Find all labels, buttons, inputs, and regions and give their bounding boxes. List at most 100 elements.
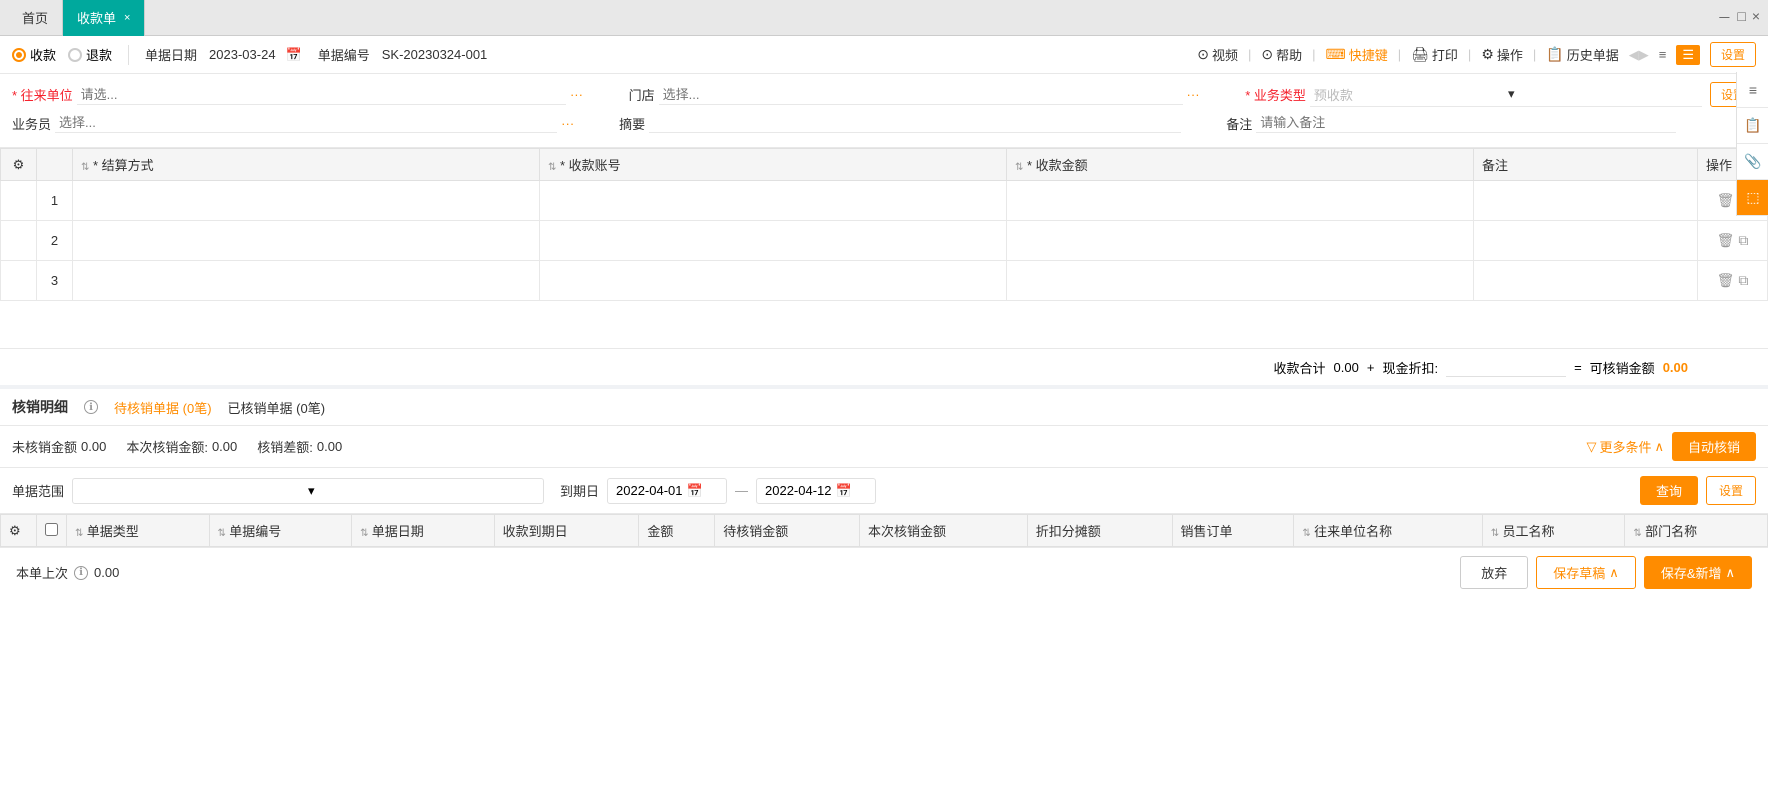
reconcile-header: 核销明细 ℹ 待核销单据 (0笔) 已核销单据 (0笔): [0, 389, 1768, 426]
tab-pending[interactable]: 待核销单据 (0笔): [114, 398, 212, 417]
form-row-2: 业务员 ··· 摘要 备注: [12, 113, 1756, 133]
business-type-chevron: ▾: [1508, 86, 1698, 102]
sidebar-icon-2[interactable]: 📋: [1737, 108, 1768, 144]
due-date-field: 到期日 2022-04-01 📅 — 2022-04-12 📅: [560, 478, 1624, 504]
help-icon: ⊙: [1261, 46, 1273, 63]
remark-input[interactable]: [1256, 113, 1676, 133]
save-new-btn[interactable]: 保存&新增 ∧: [1644, 556, 1752, 589]
shortcut-icon: ⌨: [1326, 46, 1346, 63]
auto-reconcile-btn[interactable]: 自动核销: [1672, 432, 1756, 461]
tab-receipt[interactable]: 收款单 ×: [63, 0, 145, 36]
date-to-input[interactable]: 2022-04-12 📅: [756, 478, 876, 504]
shortcut-btn[interactable]: ⌨ 快捷键: [1326, 45, 1388, 64]
col-remark: 备注: [1474, 149, 1698, 181]
minimize-btn[interactable]: －: [1717, 8, 1731, 28]
filter-icon: ▽: [1586, 439, 1596, 455]
rcol-amount: 金额: [639, 515, 715, 547]
help-btn[interactable]: ⊙ 帮助: [1261, 45, 1302, 64]
date-field: 单据日期 2023-03-24 📅: [145, 45, 302, 64]
main-toolbar: 收款 退款 单据日期 2023-03-24 📅 单据编号 SK-20230324…: [0, 36, 1768, 74]
maximize-btn[interactable]: □: [1737, 8, 1745, 28]
calendar-icon-from: 📅: [687, 483, 703, 499]
radio-group: 收款 退款: [12, 45, 112, 64]
bottom-info: 本单上次 ℹ 0.00: [16, 563, 119, 582]
date-icon[interactable]: 📅: [286, 47, 302, 63]
partner-more-btn[interactable]: ···: [570, 87, 583, 102]
bottom-bar: 本单上次 ℹ 0.00 放弃 保存草稿 ∧ 保存&新增 ∧: [0, 547, 1768, 597]
reconcile-stats: 未核销金额 0.00 本次核销金额: 0.00 核销差额: 0.00 ▽ 更多条…: [0, 426, 1768, 468]
video-icon: ⊙: [1197, 46, 1209, 63]
close-btn[interactable]: ×: [1752, 8, 1760, 28]
summary-input[interactable]: [649, 113, 1181, 133]
discount-input[interactable]: [1446, 357, 1566, 377]
layout-icon[interactable]: ≡: [1659, 47, 1667, 62]
rcol-gear[interactable]: ⚙: [1, 515, 37, 547]
rcol-sales-order: 销售订单: [1172, 515, 1294, 547]
history-btn[interactable]: 📋 历史单据: [1546, 45, 1618, 64]
row-delete-icon-1[interactable]: 🗑: [1717, 192, 1735, 209]
store-field: 门店 ···: [629, 85, 1200, 105]
partner-input[interactable]: [77, 85, 566, 105]
rcol-check[interactable]: [37, 515, 67, 547]
more-conditions-btn[interactable]: ▽ 更多条件 ∧: [1586, 437, 1664, 456]
radio-receipt[interactable]: 收款: [12, 45, 56, 64]
rcol-doc-type: ⇅ 单据类型: [67, 515, 210, 547]
settings-btn[interactable]: 设置: [1710, 42, 1756, 67]
save-draft-btn[interactable]: 保存草稿 ∧: [1536, 556, 1636, 589]
data-table: ⚙ ⇅ * 结算方式 ⇅ * 收款账号 ⇅ * 收款金额: [0, 148, 1768, 301]
filter-row: 单据范围 ▾ 到期日 2022-04-01 📅 — 2022-04-12 📅: [0, 468, 1768, 514]
select-all-checkbox[interactable]: [45, 523, 58, 536]
reconcile-section: 核销明细 ℹ 待核销单据 (0笔) 已核销单据 (0笔) 未核销金额 0.00 …: [0, 385, 1768, 547]
sidebar-icon-4[interactable]: ⬚: [1737, 180, 1768, 216]
right-sidebar: ≡ 📋 📎 ⬚: [1736, 72, 1768, 216]
divider-1: [128, 45, 129, 65]
partner-field: * 往来单位 ···: [12, 85, 583, 105]
staff-more-btn[interactable]: ···: [561, 116, 574, 131]
abandon-btn[interactable]: 放弃: [1460, 556, 1528, 589]
video-btn[interactable]: ⊙ 视频: [1197, 45, 1238, 64]
row-delete-icon-3[interactable]: 🗑: [1717, 272, 1735, 289]
form-row-1: * 往来单位 ··· 门店 ··· * 业务类型 预收款 ▾ 设置: [12, 82, 1756, 107]
radio-refund[interactable]: 退款: [68, 45, 112, 64]
radio-refund-circle: [68, 48, 82, 62]
save-new-arrow[interactable]: ∧: [1725, 565, 1735, 581]
staff-input[interactable]: [55, 113, 557, 133]
rcol-this-time: 本次核销金额: [860, 515, 1028, 547]
range-field: 单据范围 ▾: [12, 478, 544, 504]
sidebar-icon-1[interactable]: ≡: [1737, 72, 1768, 108]
business-type-field: * 业务类型 预收款 ▾: [1245, 83, 1702, 107]
per-order-info-icon[interactable]: ℹ: [74, 566, 88, 580]
table-row: 1 🗑 ⧉: [1, 181, 1768, 221]
radio-receipt-circle: [12, 48, 26, 62]
history-icon: 📋: [1546, 46, 1563, 63]
operation-icon: ⚙: [1481, 46, 1494, 63]
col-gear[interactable]: ⚙: [1, 149, 37, 181]
query-btn[interactable]: 查询: [1640, 476, 1698, 505]
range-select[interactable]: ▾: [72, 478, 544, 504]
mode-icon[interactable]: ☰: [1676, 45, 1700, 65]
sidebar-icon-3[interactable]: 📎: [1737, 144, 1768, 180]
store-input[interactable]: [659, 85, 1183, 105]
rcol-doc-date: ⇅ 单据日期: [352, 515, 495, 547]
remark-field: 备注: [1226, 113, 1676, 133]
date-from-input[interactable]: 2022-04-01 📅: [607, 478, 727, 504]
row-copy-icon-3[interactable]: ⧉: [1738, 272, 1748, 289]
tab-receipt-close[interactable]: ×: [124, 12, 130, 24]
summary-field: 摘要: [619, 113, 1181, 133]
store-more-btn[interactable]: ···: [1187, 87, 1200, 102]
bottom-actions: 放弃 保存草稿 ∧ 保存&新增 ∧: [1460, 556, 1752, 589]
row-delete-icon-2[interactable]: 🗑: [1717, 232, 1735, 249]
print-btn[interactable]: 🖨 打印: [1411, 45, 1458, 64]
reconcile-settings-btn[interactable]: 设置: [1706, 476, 1756, 505]
business-type-select[interactable]: 预收款 ▾: [1310, 83, 1702, 107]
table-row: 3 🗑 ⧉: [1, 261, 1768, 301]
reconcile-table: ⚙ ⇅ 单据类型 ⇅ 单据编号: [0, 514, 1768, 547]
rcol-pending: 待核销金额: [715, 515, 860, 547]
row-copy-icon-2[interactable]: ⧉: [1738, 232, 1748, 249]
rcol-staff: ⇅ 员工名称: [1482, 515, 1625, 547]
reconcile-info-icon[interactable]: ℹ: [84, 400, 98, 414]
save-draft-arrow[interactable]: ∧: [1609, 565, 1619, 581]
operation-btn[interactable]: ⚙ 操作: [1481, 45, 1523, 64]
calendar-icon-to: 📅: [836, 483, 852, 499]
tab-home[interactable]: 首页: [8, 0, 63, 36]
